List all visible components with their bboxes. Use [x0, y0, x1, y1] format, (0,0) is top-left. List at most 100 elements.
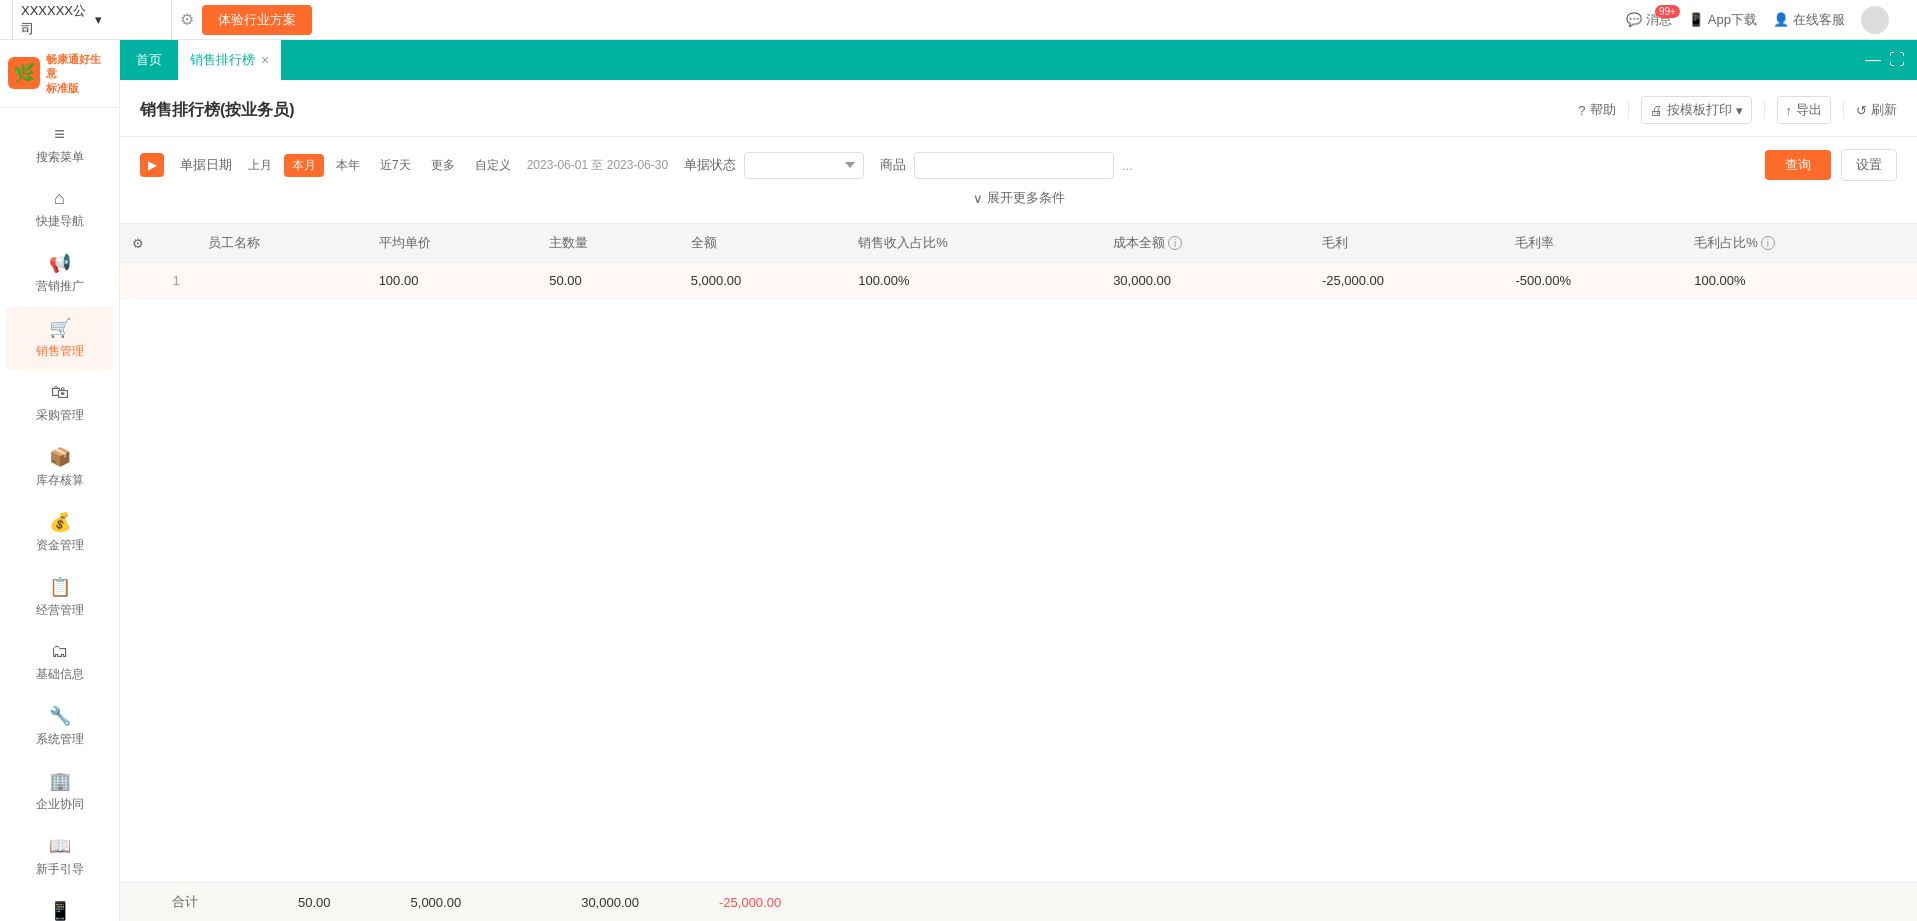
inventory-icon: 📦: [49, 446, 71, 468]
sidebar-item-label: 库存核算: [36, 472, 84, 489]
refresh-icon: ↺: [1856, 103, 1867, 118]
purchase-icon: 🛍: [51, 382, 69, 403]
th-sales-pct: 销售收入占比%: [846, 224, 1101, 263]
sidebar-item-finance[interactable]: 💰 资金管理: [6, 501, 113, 564]
footer-cost: 30,000.00: [581, 895, 639, 910]
cell-qty: 50.00: [537, 263, 678, 299]
message-badge: 99+: [1655, 5, 1680, 18]
shortcut-last-month[interactable]: 上月: [240, 154, 280, 177]
company-name: XXXXXX公司: [21, 2, 89, 38]
sidebar-item-label: 采购管理: [36, 407, 84, 424]
header-actions: ? 帮助 🖨 按模板打印 ▾ ↑ 导出: [1578, 96, 1897, 124]
sidebar-item-enterprise[interactable]: 🏢 企业协同: [6, 760, 113, 823]
th-gross: 毛利: [1310, 224, 1503, 263]
settings-button[interactable]: 设置: [1841, 149, 1897, 181]
goods-input[interactable]: [914, 152, 1114, 179]
goods-more-icon[interactable]: ...: [1122, 158, 1133, 173]
sidebar-item-search[interactable]: ≡ 搜索菜单: [6, 114, 113, 176]
tab-home[interactable]: 首页: [120, 40, 178, 80]
main-area: 首页 销售排行榜 × — ⛶ 销售排行榜(按业务员) ? 帮助: [120, 40, 1917, 921]
table-section: ⚙ 员工名称 平均单价 主数量 全额 销售收入占比% 成本全额: [120, 224, 1917, 553]
sidebar-item-label: 销售管理: [36, 343, 84, 360]
message-icon: 💬: [1626, 12, 1642, 27]
date-shortcuts: 上月 本月 本年 近7天 更多 自定义 2023-06-01 至 2023-06…: [240, 154, 668, 177]
th-avg-price: 平均单价: [367, 224, 538, 263]
help-button[interactable]: ? 帮助: [1578, 101, 1615, 119]
sidebar: 🌿 畅康通好生意 标准版 ≡ 搜索菜单 ⌂ 快捷导航 📢 营销推广 🛒 销售管理: [0, 40, 120, 921]
app-icon: 📱: [1688, 12, 1704, 27]
content: 销售排行榜(按业务员) ? 帮助 🖨 按模板打印 ▾ ↑: [120, 80, 1917, 921]
message-item[interactable]: 💬 消息 99+: [1626, 11, 1672, 29]
top-bar: XXXXXX公司 ▾ ⚙ 体验行业方案 💬 消息 99+ 📱 App下载 👤 在…: [0, 0, 1917, 40]
export-button[interactable]: ↑ 导出: [1777, 96, 1832, 124]
shortcut-this-month[interactable]: 本月: [284, 154, 324, 177]
main-table: ⚙ 员工名称 平均单价 主数量 全额 销售收入占比% 成本全额: [120, 224, 1917, 299]
dropdown-icon: ▾: [95, 12, 163, 27]
sidebar-item-marketing[interactable]: 📢 营销推广: [6, 242, 113, 305]
cell-rank: 1: [156, 263, 196, 299]
th-gross-rate: 毛利率: [1503, 224, 1682, 263]
table-header-row: ⚙ 员工名称 平均单价 主数量 全额 销售收入占比% 成本全额: [120, 224, 1917, 263]
active-tab-label: 销售排行榜: [190, 40, 255, 80]
logo-icon: 🌿: [8, 57, 40, 89]
divider: [1628, 102, 1629, 118]
settings-icon[interactable]: ⚙: [180, 10, 194, 29]
company-selector[interactable]: XXXXXX公司 ▾: [12, 0, 172, 43]
sidebar-item-sales[interactable]: 🛒 销售管理: [6, 307, 113, 370]
th-gross-pct: 毛利占比% i: [1682, 224, 1917, 263]
th-settings[interactable]: ⚙: [120, 224, 156, 263]
sidebar-item-label: 经营管理: [36, 602, 84, 619]
table-row: 1 100.00 50.00 5,000.00 100.00% 30,000.0…: [120, 263, 1917, 299]
expand-row: ∨ 展开更多条件: [140, 181, 1897, 211]
service-item[interactable]: 👤 在线客服: [1773, 11, 1845, 29]
guide-icon: 📖: [49, 835, 71, 857]
sidebar-item-quick-nav[interactable]: ⌂ 快捷导航: [6, 178, 113, 240]
trial-button[interactable]: 体验行业方案: [202, 5, 312, 35]
goods-filter-group: 商品 ...: [880, 152, 1133, 179]
service-icon: 👤: [1773, 12, 1789, 27]
tab-close-icon[interactable]: ×: [261, 40, 269, 80]
filter-toggle-btn[interactable]: ▶: [140, 153, 164, 177]
table-container: ⚙ 员工名称 平均单价 主数量 全额 销售收入占比% 成本全额: [120, 224, 1917, 299]
footer-qty: 50.00: [298, 895, 331, 910]
date-range: 2023-06-01 至 2023-06-30: [527, 157, 668, 174]
search-icon: ≡: [54, 124, 65, 145]
sidebar-item-system[interactable]: 🔧 系统管理: [6, 695, 113, 758]
sidebar-item-label: 基础信息: [36, 666, 84, 683]
minimize-icon[interactable]: —: [1865, 51, 1881, 69]
query-button[interactable]: 查询: [1765, 150, 1831, 180]
refresh-button[interactable]: ↺ 刷新: [1856, 101, 1897, 119]
sidebar-item-guide[interactable]: 📖 新手引导: [6, 825, 113, 888]
apps-icon: 📱: [49, 900, 71, 921]
expand-button[interactable]: ∨ 展开更多条件: [973, 189, 1065, 207]
app-download-item[interactable]: 📱 App下载: [1688, 11, 1757, 29]
fullscreen-icon[interactable]: ⛶: [1889, 51, 1905, 69]
sidebar-item-label: 搜索菜单: [36, 149, 84, 166]
cost-info-icon[interactable]: i: [1168, 236, 1182, 250]
tab-active[interactable]: 销售排行榜 ×: [178, 40, 281, 80]
print-dropdown-icon: ▾: [1736, 103, 1743, 118]
status-select[interactable]: [744, 152, 864, 179]
page-title: 销售排行榜(按业务员): [140, 100, 295, 121]
home-icon: ⌂: [54, 188, 65, 209]
table-spacer: [120, 553, 1917, 882]
sidebar-item-purchase[interactable]: 🛍 采购管理: [6, 372, 113, 434]
sidebar-item-basic-info[interactable]: 🗂 基础信息: [6, 631, 113, 693]
sidebar-item-label: 资金管理: [36, 537, 84, 554]
cell-avg-price: 100.00: [367, 263, 538, 299]
th-amount: 全额: [679, 224, 847, 263]
shortcut-7days[interactable]: 近7天: [372, 154, 419, 177]
gross-pct-info-icon[interactable]: i: [1761, 236, 1775, 250]
sidebar-item-label: 新手引导: [36, 861, 84, 878]
sidebar-item-apps[interactable]: 📱 应用中心: [6, 890, 113, 921]
filter-actions: 查询 设置: [1765, 149, 1897, 181]
sidebar-item-inventory[interactable]: 📦 库存核算: [6, 436, 113, 499]
sidebar-logo: 🌿 畅康通好生意 标准版: [0, 40, 119, 108]
shortcut-custom[interactable]: 自定义: [467, 154, 519, 177]
cell-gross: -25,000.00: [1310, 263, 1503, 299]
shortcut-this-year[interactable]: 本年: [328, 154, 368, 177]
shortcut-more[interactable]: 更多: [423, 154, 463, 177]
avatar[interactable]: [1861, 6, 1889, 34]
sidebar-item-operations[interactable]: 📋 经营管理: [6, 566, 113, 629]
print-button[interactable]: 🖨 按模板打印 ▾: [1641, 96, 1752, 124]
